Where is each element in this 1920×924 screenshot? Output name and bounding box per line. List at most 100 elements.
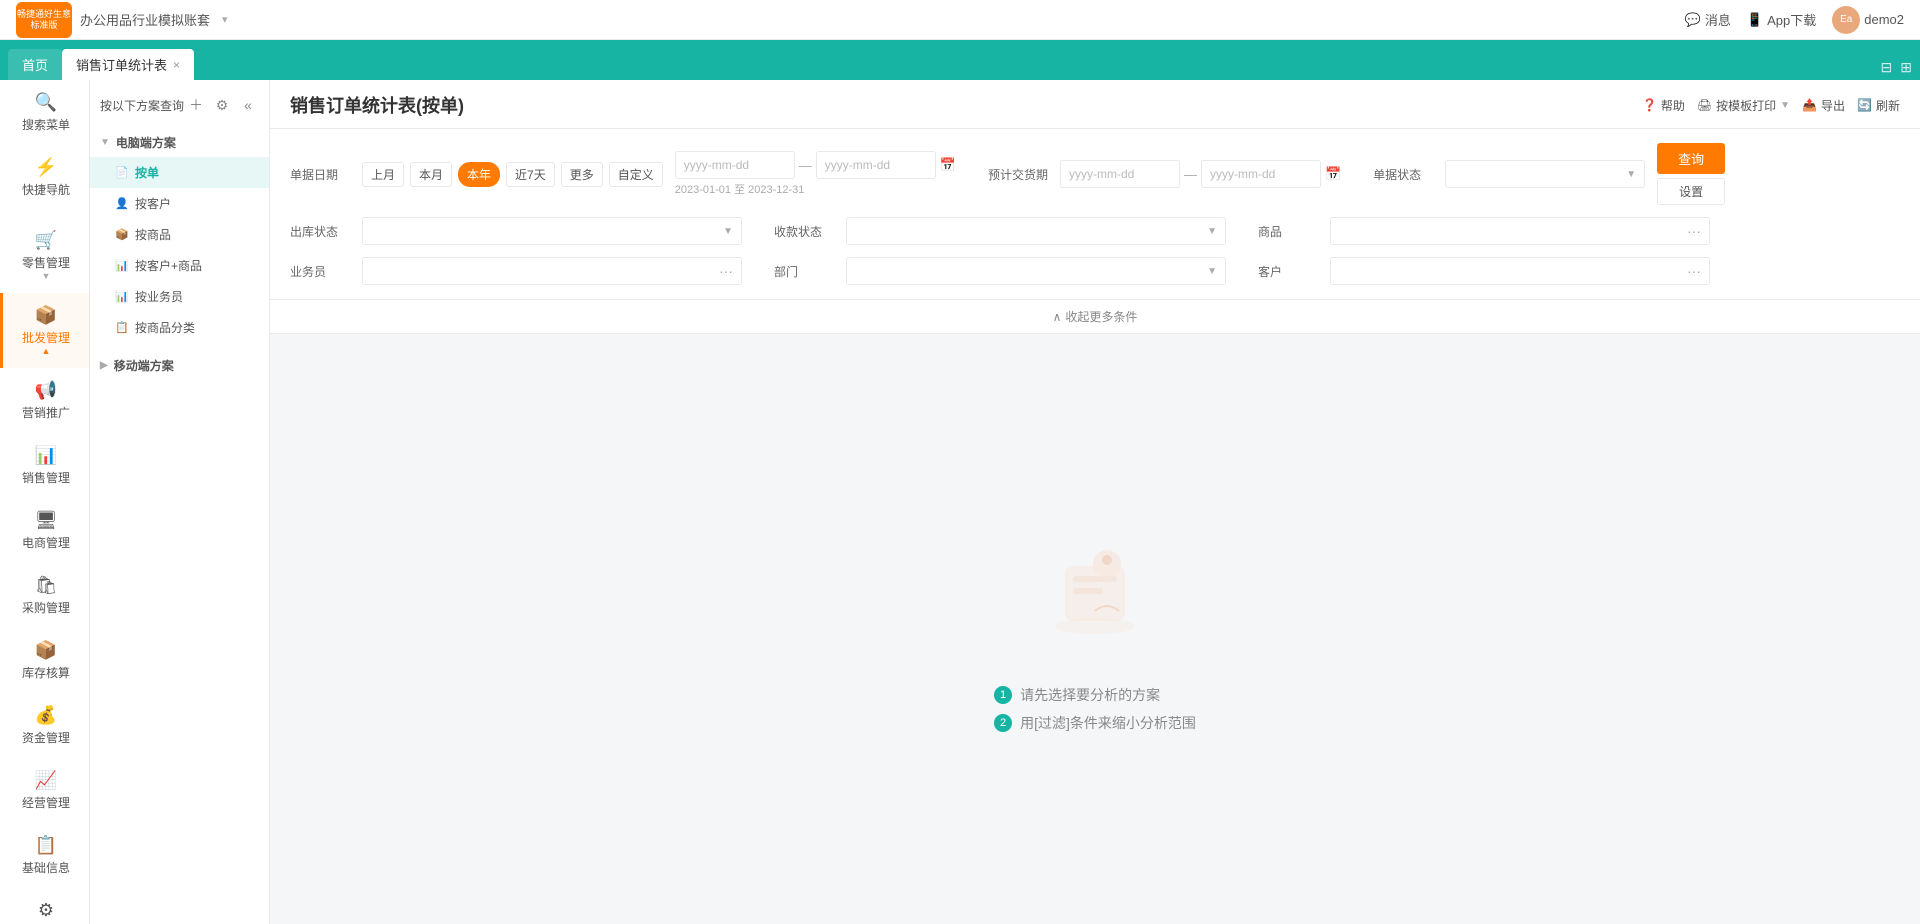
retail-arrow-icon: ▼ bbox=[42, 271, 51, 281]
sidebar-item-search[interactable]: 🔍 搜索菜单 bbox=[0, 80, 89, 145]
tree-pc-label: 电脑端方案 bbox=[116, 134, 176, 151]
message-action[interactable]: 💬 消息 bbox=[1685, 10, 1731, 29]
breadcrumb-arrow-icon[interactable]: ▾ bbox=[222, 13, 228, 26]
nav-tabs: 首页 销售订单统计表 × ⊟ ⊞ bbox=[0, 40, 1920, 80]
sidebar-item-system[interactable]: ⚙ 系统管理 bbox=[0, 888, 89, 924]
by-salesperson-icon: 📊 bbox=[114, 289, 130, 305]
minimize-icon[interactable]: ⊟ bbox=[1881, 59, 1893, 76]
tab-sales-order-stats[interactable]: 销售订单统计表 × bbox=[62, 49, 194, 80]
by-order-label: 按单 bbox=[135, 164, 159, 181]
date-btn-more[interactable]: 更多 bbox=[561, 162, 603, 187]
customer-select[interactable]: ··· bbox=[1330, 257, 1710, 285]
sidebar-item-inventory[interactable]: 📦 库存核算 bbox=[0, 628, 89, 693]
sidebar-item-search-label: 搜索菜单 bbox=[22, 116, 70, 133]
collapse-btn-label: 收起更多条件 bbox=[1065, 308, 1137, 325]
collapse-chevron-icon: ∧ bbox=[1053, 310, 1062, 324]
collapse-icon: « bbox=[244, 97, 252, 113]
sidebar-item-operations[interactable]: 📈 经营管理 bbox=[0, 758, 89, 823]
collapse-panel-button[interactable]: « bbox=[237, 94, 259, 116]
content-area: 销售订单统计表(按单) ❓ 帮助 🖨 按模板打印 ▼ 📤 导出 🔄 刷新 bbox=[270, 80, 1920, 924]
calendar-expected-icon[interactable]: 📅 bbox=[1325, 166, 1341, 182]
by-category-label: 按商品分类 bbox=[135, 319, 195, 336]
expected-date-to-input[interactable] bbox=[1201, 160, 1321, 188]
salesperson-more-icon[interactable]: ··· bbox=[719, 263, 733, 279]
tree-mobile-parent[interactable]: ▶ 移动端方案 bbox=[90, 351, 269, 380]
sidebar-item-quick-nav[interactable]: ⚡ 快捷导航 bbox=[0, 145, 89, 210]
by-order-icon: 📄 bbox=[114, 165, 130, 181]
breadcrumb: 办公用品行业模拟账套 bbox=[80, 10, 210, 29]
date-to-input[interactable] bbox=[816, 151, 936, 179]
sidebar-item-purchase[interactable]: 🛍 采购管理 bbox=[0, 563, 89, 628]
app-download-action[interactable]: 📱 App下载 bbox=[1747, 10, 1816, 29]
settings-scheme-button[interactable]: ⚙ bbox=[211, 94, 233, 116]
tab-close-icon[interactable]: × bbox=[173, 58, 180, 72]
print-button[interactable]: 🖨 按模板打印 ▼ bbox=[1697, 97, 1790, 114]
refresh-label: 刷新 bbox=[1876, 97, 1900, 114]
tree-child-by-order[interactable]: 📄 按单 bbox=[90, 157, 269, 188]
page-title: 销售订单统计表(按单) bbox=[290, 92, 464, 118]
date-range-separator: — bbox=[799, 158, 812, 173]
export-button[interactable]: 📤 导出 bbox=[1802, 97, 1845, 114]
tree-child-by-salesperson[interactable]: 📊 按业务员 bbox=[90, 281, 269, 312]
maximize-icon[interactable]: ⊞ bbox=[1900, 59, 1912, 76]
add-scheme-button[interactable]: ＋ bbox=[185, 94, 207, 116]
ship-status-select[interactable]: ▼ bbox=[362, 217, 742, 245]
tree-mobile-label: 移动端方案 bbox=[114, 357, 174, 374]
query-button[interactable]: 查询 bbox=[1657, 143, 1725, 174]
settings-button[interactable]: 设置 bbox=[1657, 178, 1725, 205]
tree-child-by-category[interactable]: 📋 按商品分类 bbox=[90, 312, 269, 343]
date-btn-last-month[interactable]: 上月 bbox=[362, 162, 404, 187]
tab-end-actions: ⊟ ⊞ bbox=[194, 59, 1912, 80]
app-label: App下载 bbox=[1767, 10, 1816, 29]
sidebar-item-basic-info[interactable]: 📋 基础信息 bbox=[0, 823, 89, 888]
help-label: 帮助 bbox=[1661, 97, 1685, 114]
tree-child-by-customer-goods[interactable]: 📊 按客户+商品 bbox=[90, 250, 269, 281]
sidebar-item-sales[interactable]: 📊 销售管理 bbox=[0, 433, 89, 498]
settings-scheme-icon: ⚙ bbox=[216, 97, 229, 114]
doc-status-select[interactable]: ▼ bbox=[1445, 160, 1645, 188]
user-name: demo2 bbox=[1864, 12, 1904, 27]
sidebar-item-ecommerce[interactable]: 🖥 电商管理 bbox=[0, 498, 89, 563]
date-btn-custom[interactable]: 自定义 bbox=[609, 162, 663, 187]
tree-pc-parent[interactable]: ▼ 电脑端方案 bbox=[90, 128, 269, 157]
sidebar-item-wholesale[interactable]: 📦 批发管理 ▲ bbox=[0, 293, 89, 368]
quick-nav-icon: ⚡ bbox=[35, 157, 57, 178]
sales-icon: 📊 bbox=[35, 445, 57, 466]
sidebar-item-retail[interactable]: 🛒 零售管理 ▼ bbox=[0, 218, 89, 293]
goods-label: 商品 bbox=[1258, 223, 1318, 240]
page-header: 销售订单统计表(按单) ❓ 帮助 🖨 按模板打印 ▼ 📤 导出 🔄 刷新 bbox=[270, 80, 1920, 129]
sidebar-item-inventory-label: 库存核算 bbox=[22, 664, 70, 681]
expected-date-from-input[interactable] bbox=[1060, 160, 1180, 188]
department-select[interactable]: ▼ bbox=[846, 257, 1226, 285]
customer-more-icon[interactable]: ··· bbox=[1687, 263, 1701, 279]
date-from-input[interactable] bbox=[675, 151, 795, 179]
sidebar-item-finance[interactable]: 💰 资金管理 bbox=[0, 693, 89, 758]
left-panel-actions: ＋ ⚙ « bbox=[185, 94, 259, 116]
date-btn-this-year[interactable]: 本年 bbox=[458, 162, 500, 187]
help-button[interactable]: ❓ 帮助 bbox=[1642, 97, 1685, 114]
customer-label: 客户 bbox=[1258, 263, 1318, 280]
logo-text: 畅捷通好生意 bbox=[17, 9, 71, 20]
sidebar-item-marketing[interactable]: 📢 营销推广 bbox=[0, 368, 89, 433]
user-action[interactable]: Ea demo2 bbox=[1832, 6, 1904, 34]
tree-child-by-goods[interactable]: 📦 按商品 bbox=[90, 219, 269, 250]
date-btn-last-7-days[interactable]: 近7天 bbox=[506, 162, 555, 187]
empty-hint-1: 1 请先选择要分析的方案 bbox=[994, 685, 1196, 705]
collapse-more-button[interactable]: ∧ 收起更多条件 bbox=[1053, 308, 1138, 325]
calendar-from-icon[interactable]: 📅 bbox=[940, 157, 956, 173]
date-label: 单据日期 bbox=[290, 166, 350, 183]
date-btn-this-month[interactable]: 本月 bbox=[410, 162, 452, 187]
system-icon: ⚙ bbox=[38, 900, 54, 921]
expected-date-separator: — bbox=[1184, 167, 1197, 182]
receipt-status-select[interactable]: ▼ bbox=[846, 217, 1226, 245]
search-icon: 🔍 bbox=[35, 92, 57, 113]
by-customer-goods-icon: 📊 bbox=[114, 258, 130, 274]
refresh-button[interactable]: 🔄 刷新 bbox=[1857, 97, 1900, 114]
tab-home[interactable]: 首页 bbox=[8, 49, 62, 80]
goods-select[interactable]: ··· bbox=[1330, 217, 1710, 245]
tree-pc-arrow-icon: ▼ bbox=[100, 137, 110, 148]
help-icon: ❓ bbox=[1642, 98, 1657, 112]
salesperson-select[interactable]: ··· bbox=[362, 257, 742, 285]
goods-more-icon[interactable]: ··· bbox=[1687, 223, 1701, 239]
tree-child-by-customer[interactable]: 👤 按客户 bbox=[90, 188, 269, 219]
